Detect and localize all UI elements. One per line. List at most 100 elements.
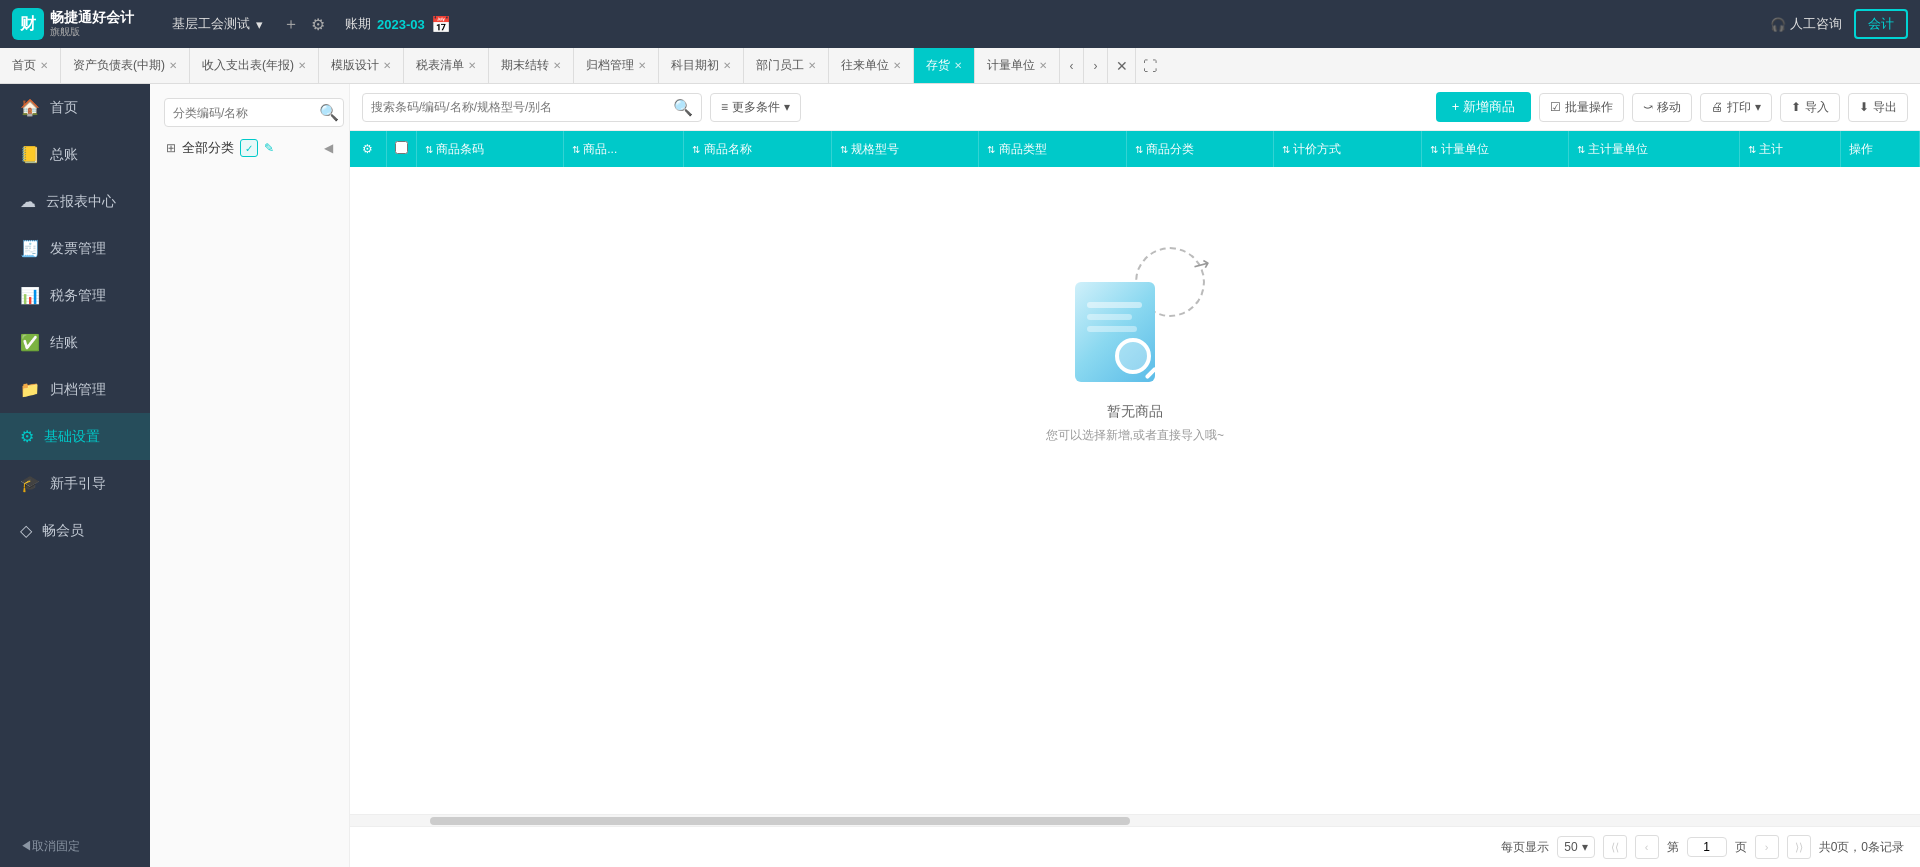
tab-close-icon[interactable]: ✕ — [893, 60, 901, 71]
sort-icon: ⇅ — [1282, 144, 1290, 155]
batch-label: 批量操作 — [1565, 99, 1613, 116]
home-icon: 🏠 — [20, 98, 40, 117]
export-icon: ⬇ — [1859, 100, 1869, 114]
company-selector[interactable]: 基层工会测试 ▾ — [164, 11, 271, 37]
edit-category-icon[interactable]: ✎ — [264, 141, 274, 155]
tab-home[interactable]: 首页 ✕ — [0, 48, 61, 84]
tab-close-icon[interactable]: ✕ — [808, 60, 816, 71]
page-size-select[interactable]: 50 ▾ — [1557, 836, 1594, 858]
move-btn[interactable]: ⤻ 移动 — [1632, 93, 1692, 122]
tab-next-btn[interactable]: › — [1084, 48, 1108, 84]
th-category[interactable]: ⇅ 商品分类 — [1126, 131, 1273, 167]
unpin-label: ◀取消固定 — [20, 838, 80, 855]
th-code[interactable]: ⇅ 商品... — [563, 131, 683, 167]
tab-subject[interactable]: 科目期初 ✕ — [659, 48, 744, 84]
table-scroll-wrap[interactable]: ⚙ ⇅ 商品条码 ⇅ 商品... — [350, 131, 1920, 814]
add-product-btn[interactable]: + 新增商品 — [1436, 92, 1531, 122]
import-label: 导入 — [1805, 99, 1829, 116]
calendar-icon[interactable]: 📅 — [431, 15, 451, 34]
filter-btn[interactable]: ≡ 更多条件 ▾ — [710, 93, 801, 122]
all-category-item[interactable]: ⊞ 全部分类 ✓ ✎ ◀ — [158, 133, 341, 163]
category-search-icon[interactable]: 🔍 — [319, 103, 339, 122]
ledger-icon: 📒 — [20, 145, 40, 164]
th-check[interactable] — [386, 131, 416, 167]
th-barcode[interactable]: ⇅ 商品条码 — [416, 131, 563, 167]
tab-close-icon[interactable]: ✕ — [40, 60, 48, 71]
filter-icon: ≡ — [721, 100, 728, 114]
add-tab-btn[interactable]: ＋ — [283, 14, 299, 35]
settings-icon: ⚙ — [20, 427, 34, 446]
category-search-input[interactable] — [173, 106, 313, 120]
th-gear[interactable]: ⚙ — [350, 131, 386, 167]
sidebar-unpin-btn[interactable]: ◀取消固定 — [0, 826, 150, 867]
tab-close-icon[interactable]: ✕ — [169, 60, 177, 71]
last-page-btn[interactable]: ⟩⟩ — [1787, 835, 1811, 859]
tab-label: 税表清单 — [416, 57, 464, 74]
sidebar-item-guide[interactable]: 🎓 新手引导 — [0, 460, 150, 507]
tab-balance[interactable]: 资产负债表(中期) ✕ — [61, 48, 190, 84]
prev-page-btn[interactable]: ‹ — [1635, 835, 1659, 859]
tab-close-icon[interactable]: ✕ — [1039, 60, 1047, 71]
tab-dept[interactable]: 部门员工 ✕ — [744, 48, 829, 84]
account-btn[interactable]: 会计 — [1854, 9, 1908, 39]
tab-close-icon[interactable]: ✕ — [553, 60, 561, 71]
th-pricing[interactable]: ⇅ 计价方式 — [1274, 131, 1421, 167]
tab-template[interactable]: 模版设计 ✕ — [319, 48, 404, 84]
tab-prev-btn[interactable]: ‹ — [1060, 48, 1084, 84]
empty-desc: 您可以选择新增,或者直接导入哦~ — [1046, 427, 1224, 444]
sidebar-item-close[interactable]: ✅ 结账 — [0, 319, 150, 366]
th-spec[interactable]: ⇅ 规格型号 — [831, 131, 978, 167]
sidebar-item-settings[interactable]: ⚙ 基础设置 — [0, 413, 150, 460]
sidebar-item-member[interactable]: ◇ 畅会员 — [0, 507, 150, 554]
sidebar-item-tax[interactable]: 📊 税务管理 — [0, 272, 150, 319]
tab-period[interactable]: 期末结转 ✕ — [489, 48, 574, 84]
horizontal-scrollbar[interactable] — [350, 814, 1920, 826]
sort-icon: ⇅ — [1577, 144, 1585, 155]
period-display: 账期 2023-03 📅 — [345, 15, 451, 34]
sidebar-item-home[interactable]: 🏠 首页 — [0, 84, 150, 131]
th-unit[interactable]: ⇅ 计量单位 — [1421, 131, 1568, 167]
tab-income[interactable]: 收入支出表(年报) ✕ — [190, 48, 319, 84]
page-number-input[interactable] — [1687, 837, 1727, 857]
batch-btn[interactable]: ☑ 批量操作 — [1539, 93, 1624, 122]
settings-icon[interactable]: ⚙ — [311, 15, 325, 34]
tab-close-icon[interactable]: ✕ — [954, 60, 962, 71]
sidebar-item-archive[interactable]: 📁 归档管理 — [0, 366, 150, 413]
select-all-checkbox[interactable] — [395, 141, 408, 154]
main-panel: 🔍 ≡ 更多条件 ▾ + 新增商品 ☑ 批量操作 ⤻ — [350, 84, 1920, 867]
tab-contacts[interactable]: 往来单位 ✕ — [829, 48, 914, 84]
logo-text: 畅捷通好会计 旗舰版 — [50, 9, 134, 40]
main-search-input[interactable] — [371, 100, 667, 114]
scroll-thumb[interactable] — [430, 817, 1130, 825]
collapse-panel-icon[interactable]: ◀ — [324, 141, 333, 155]
th-type[interactable]: ⇅ 商品类型 — [979, 131, 1126, 167]
tab-close-icon[interactable]: ✕ — [638, 60, 646, 71]
sidebar-item-ledger[interactable]: 📒 总账 — [0, 131, 150, 178]
main-search-icon[interactable]: 🔍 — [673, 98, 693, 117]
pagination-bar: 每页显示 50 ▾ ⟨⟨ ‹ 第 页 › ⟩⟩ 共0页，0条记录 — [350, 826, 1920, 867]
tab-expand-btn[interactable]: ⛶ — [1136, 48, 1164, 84]
import-btn[interactable]: ⬆ 导入 — [1780, 93, 1840, 122]
tab-close-icon[interactable]: ✕ — [723, 60, 731, 71]
first-page-btn[interactable]: ⟨⟨ — [1603, 835, 1627, 859]
tab-unit[interactable]: 计量单位 ✕ — [975, 48, 1060, 84]
sidebar-item-cloud[interactable]: ☁ 云报表中心 — [0, 178, 150, 225]
tab-tax[interactable]: 税表清单 ✕ — [404, 48, 489, 84]
tab-close-all-btn[interactable]: ✕ — [1108, 48, 1136, 84]
sidebar-item-invoice[interactable]: 🧾 发票管理 — [0, 225, 150, 272]
print-btn[interactable]: 🖨 打印 ▾ — [1700, 93, 1772, 122]
tab-close-icon[interactable]: ✕ — [383, 60, 391, 71]
export-btn[interactable]: ⬇ 导出 — [1848, 93, 1908, 122]
tab-close-icon[interactable]: ✕ — [298, 60, 306, 71]
tab-close-icon[interactable]: ✕ — [468, 60, 476, 71]
th-main-count[interactable]: ⇅ 主计 — [1739, 131, 1840, 167]
per-page-label: 每页显示 — [1501, 839, 1549, 856]
tab-archive[interactable]: 归档管理 ✕ — [574, 48, 659, 84]
th-main-unit[interactable]: ⇅ 主计量单位 — [1568, 131, 1739, 167]
content-area: 🔍 ⊞ 全部分类 ✓ ✎ ◀ 🔍 — [150, 84, 1920, 867]
th-name[interactable]: ⇅ 商品名称 — [684, 131, 831, 167]
all-category-label: 全部分类 — [182, 139, 234, 157]
next-page-btn[interactable]: › — [1755, 835, 1779, 859]
consult-btn[interactable]: 🎧 人工咨询 — [1770, 15, 1842, 33]
tab-inventory[interactable]: 存货 ✕ — [914, 48, 975, 84]
